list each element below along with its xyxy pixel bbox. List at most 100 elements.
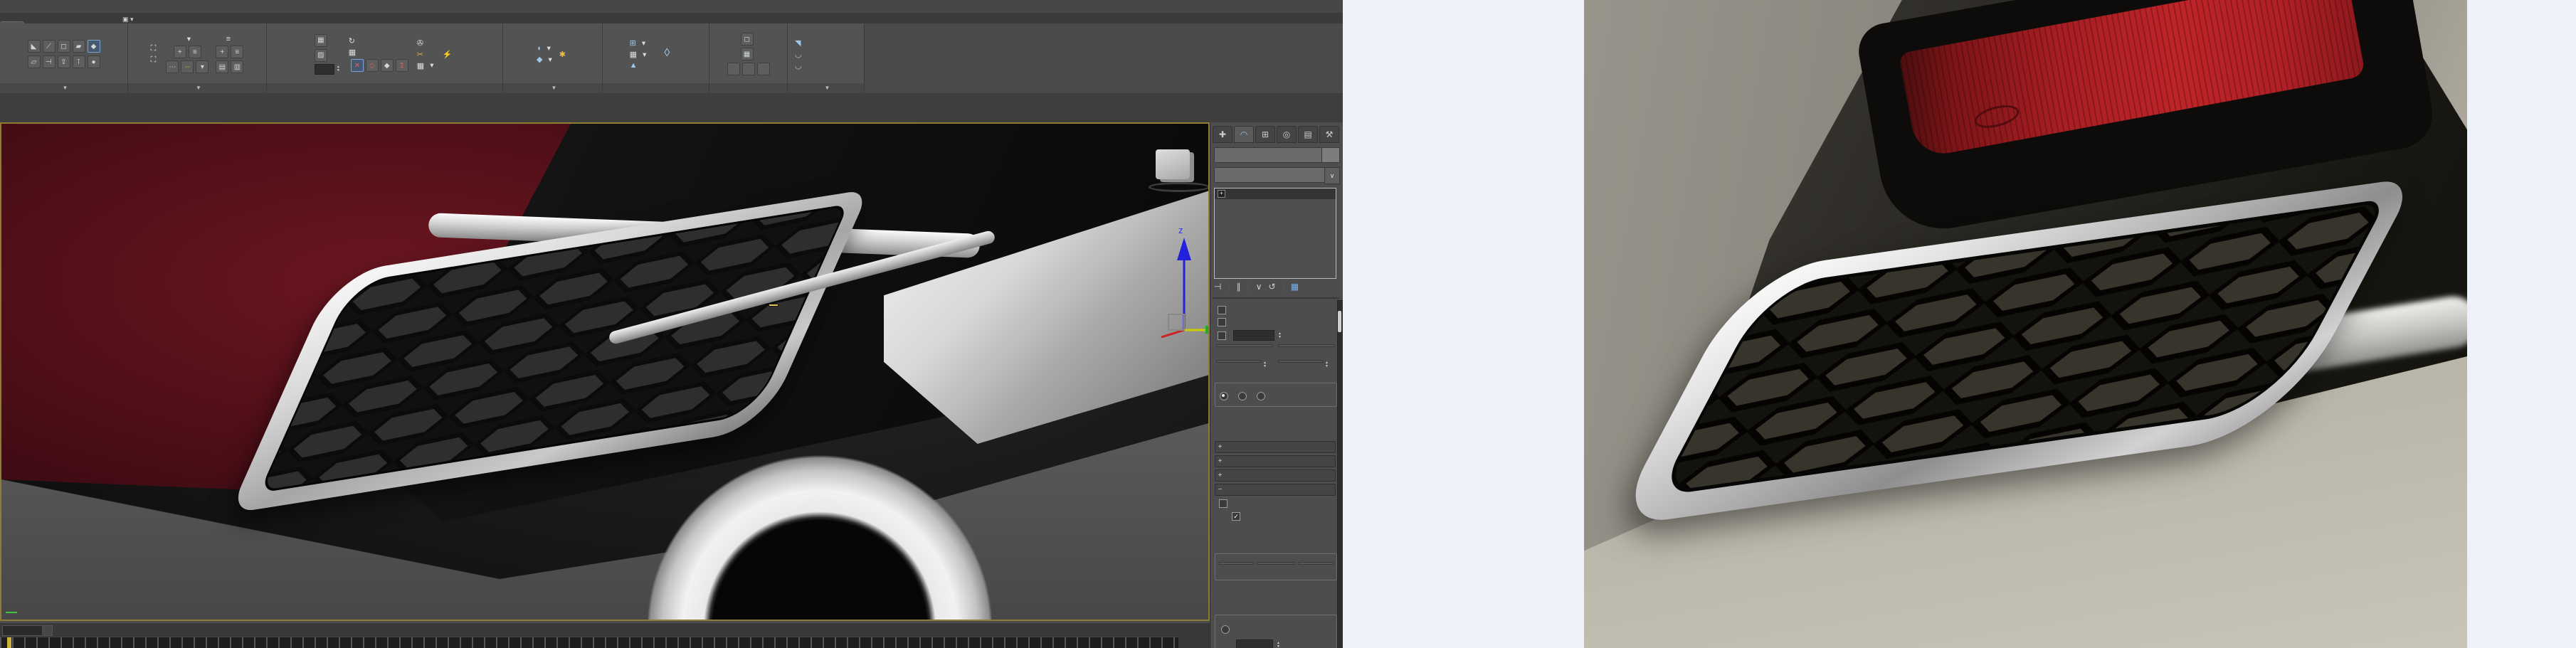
loop-shrink-icon[interactable]: ≡: [188, 46, 201, 58]
element-mode-icon[interactable]: ◆: [87, 40, 100, 53]
constrain-edge-icon[interactable]: ◇: [365, 59, 379, 72]
by-vertex-row[interactable]: [1218, 306, 1230, 314]
ribbon-minimize-button[interactable]: ▣ ▾: [115, 16, 141, 23]
preset-medium-button[interactable]: [1257, 562, 1295, 565]
viewcube[interactable]: [1149, 145, 1208, 202]
ignore-backfacing-checkbox[interactable]: [1218, 318, 1226, 326]
to-view-button[interactable]: ◻: [740, 33, 756, 46]
align-x-button[interactable]: [727, 63, 740, 75]
motion-tab[interactable]: ◎: [1277, 126, 1297, 143]
split-mesh-checkbox[interactable]: ✓: [1232, 512, 1240, 521]
make-unique-icon[interactable]: ∨: [1256, 282, 1262, 292]
dot-more-icon[interactable]: ▾: [196, 60, 209, 73]
ring-button[interactable]: ≡: [226, 35, 233, 43]
p-connect-button[interactable]: ▦ ▾: [417, 61, 434, 70]
stack-item-editable-poly[interactable]: +: [1215, 188, 1336, 199]
group-footer-geometry[interactable]: ▼: [503, 83, 602, 93]
hierarchy-tab[interactable]: ⊞: [1255, 126, 1275, 143]
modifier-list-dropdown[interactable]: [1214, 167, 1329, 183]
smooth-30-button[interactable]: ◡: [795, 61, 805, 70]
group-footer-edit[interactable]: [267, 83, 502, 93]
object-name-field[interactable]: [1214, 147, 1324, 163]
group-footer-align[interactable]: [709, 83, 787, 93]
group-footer-modify-selection[interactable]: ▼: [128, 83, 266, 93]
pin-stack-icon[interactable]: ⊣: [1214, 282, 1221, 292]
object-color-swatch[interactable]: [1321, 147, 1340, 163]
ring-b-icon[interactable]: ▥: [231, 60, 244, 73]
modify-tab[interactable]: ◠: [1234, 126, 1254, 143]
iterations-spinner[interactable]: ▲ ▼: [337, 65, 340, 73]
loop-spinner[interactable]: ▲ ▼: [1325, 361, 1329, 368]
repeat-button[interactable]: ↻: [349, 36, 358, 46]
subdivision-displacement-checkbox[interactable]: [1219, 499, 1228, 508]
preview-multi-radio[interactable]: [1257, 392, 1265, 400]
modifier-stack[interactable]: +: [1214, 188, 1336, 279]
relax-button[interactable]: ◖ ▾: [537, 44, 551, 53]
constrain-normal-icon[interactable]: ↥: [395, 59, 408, 72]
show-end-icon[interactable]: ⊺: [72, 55, 85, 68]
ignore-backfacing-row[interactable]: [1218, 318, 1230, 326]
grow-button[interactable]: ⛶: [151, 44, 159, 53]
next-frame-button[interactable]: [43, 625, 53, 636]
track-bar-ruler[interactable]: [0, 637, 1178, 648]
nurms-button[interactable]: ▦: [349, 48, 359, 57]
viewcube-ring[interactable]: [1149, 182, 1208, 192]
dot-gap-icon[interactable]: --: [181, 60, 194, 73]
by-angle-checkbox[interactable]: [1218, 331, 1226, 340]
swift-loop-button[interactable]: ⚡: [442, 50, 455, 59]
pin-stack-icon[interactable]: ⊣: [42, 55, 56, 68]
steps-spinner[interactable]: ▲ ▼: [1277, 641, 1280, 648]
attach-button[interactable]: ◆ ▾: [537, 55, 552, 65]
stack-expand-icon[interactable]: +: [1218, 190, 1225, 198]
rollout-subdivision-displacement[interactable]: −: [1215, 484, 1336, 496]
group-footer-subdivision[interactable]: [603, 83, 709, 93]
rollout-subdivision-surface[interactable]: +: [1215, 469, 1336, 482]
vertex-mode-icon[interactable]: ◣: [27, 40, 41, 53]
constrain-none-icon[interactable]: ✕: [350, 59, 364, 72]
align-y-button[interactable]: [741, 63, 755, 75]
viewport[interactable]: z: [0, 122, 1210, 621]
by-vertex-checkbox[interactable]: [1218, 306, 1226, 314]
frame-counter[interactable]: [2, 625, 43, 636]
ring-grow-icon[interactable]: +: [216, 46, 229, 58]
constrain-face-icon[interactable]: ◆: [380, 59, 394, 72]
iterations-field[interactable]: [314, 63, 334, 75]
ring-spinner[interactable]: ▲ ▼: [1263, 361, 1267, 368]
preset-high-button[interactable]: [1298, 562, 1334, 565]
loop-grow-icon[interactable]: +: [173, 46, 186, 58]
subdivision-displacement-row[interactable]: [1219, 499, 1231, 508]
create-button[interactable]: ✱: [559, 50, 569, 59]
dot-loop-icon[interactable]: ⋯: [166, 60, 179, 73]
display-tab[interactable]: ▤: [1298, 126, 1318, 143]
steps-field[interactable]: [1236, 639, 1273, 648]
preset-low-button[interactable]: [1218, 562, 1254, 565]
smooth-button[interactable]: ◡: [795, 50, 805, 59]
loop-button[interactable]: [1278, 360, 1324, 363]
align-z-button[interactable]: [756, 63, 770, 75]
tessellate-button[interactable]: ▦ ▾: [630, 50, 647, 60]
edge-mode-icon[interactable]: ⟋: [42, 40, 56, 53]
regular-radio[interactable]: [1221, 625, 1230, 634]
move-gizmo[interactable]: z: [1119, 216, 1210, 341]
viewcube-face[interactable]: [1156, 149, 1190, 179]
remove-modifier-icon[interactable]: ↺: [1269, 282, 1276, 292]
lock-selection-icon[interactable]: ▦: [314, 33, 327, 47]
group-footer-polygon-modeling[interactable]: ▼: [0, 83, 127, 93]
next-mod-icon[interactable]: ⇪: [57, 55, 70, 68]
panel-scrollbar[interactable]: [1337, 300, 1343, 648]
preview-off-radio[interactable]: [1220, 392, 1228, 400]
by-angle-row[interactable]: ▲ ▼: [1218, 330, 1282, 341]
to-grid-button[interactable]: ▦: [740, 48, 756, 60]
preview-icon[interactable]: ▱: [27, 55, 41, 68]
collapse-icon[interactable]: ●: [87, 55, 100, 68]
time-slider-marker[interactable]: [7, 637, 11, 648]
split-mesh-row[interactable]: ✓: [1232, 512, 1244, 521]
preview-subobj-radio[interactable]: [1238, 392, 1247, 400]
msmooth-button[interactable]: ⊞ ▾: [630, 38, 646, 48]
grow-button[interactable]: [1278, 344, 1335, 347]
rollout-soft-selection[interactable]: +: [1215, 441, 1336, 453]
paint-options-icon[interactable]: ▨: [314, 48, 327, 62]
use-displacement-button[interactable]: ▲: [630, 61, 640, 70]
configure-modifier-sets-icon[interactable]: ▦: [1291, 282, 1299, 292]
create-tab[interactable]: ✚: [1213, 126, 1232, 143]
